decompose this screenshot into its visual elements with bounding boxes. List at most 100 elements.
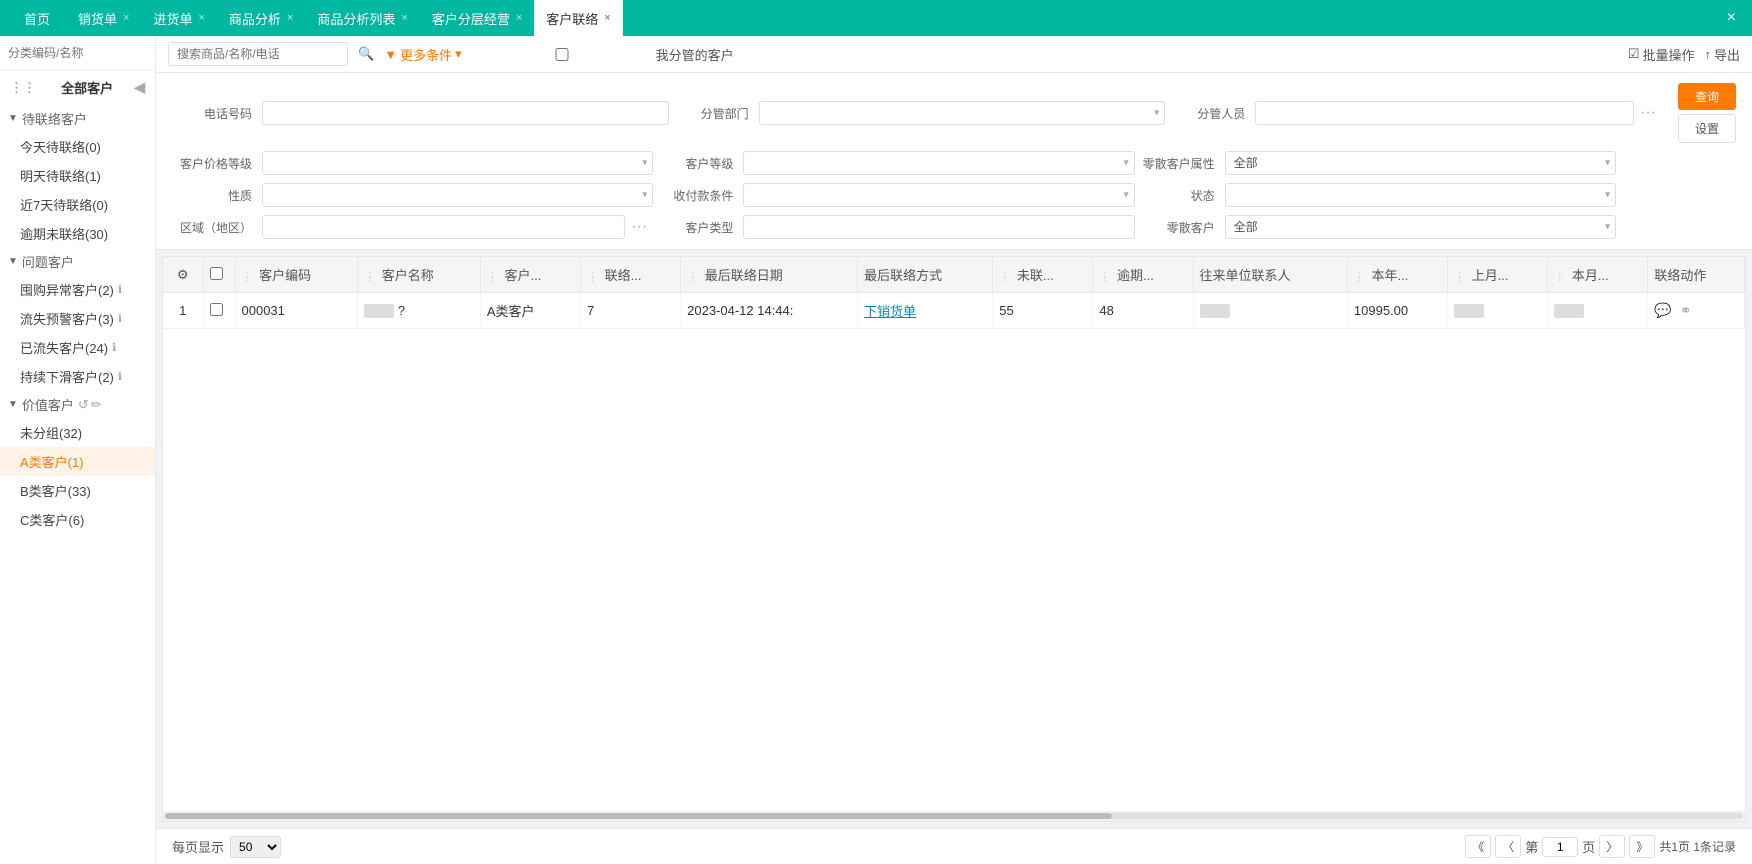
first-page-button[interactable]: 《 [1465,835,1491,858]
close-productanalysis-icon[interactable]: × [287,12,293,24]
filter-region-label: 区域（地区） [172,219,262,236]
sidebar-item-declining[interactable]: 持续下滑客户(2) ℹ [0,362,155,391]
filter-region-input[interactable] [262,215,625,239]
nav-productanalysis[interactable]: 商品分析 × [217,0,305,36]
filter-person: 分管人员 ··· [1165,101,1662,125]
filter-icon: ▼ [384,47,397,62]
filter-custtype-label: 客户类型 [653,219,743,236]
more-filters-button[interactable]: ▼ 更多条件 ▾ [384,45,461,64]
sidebar-item-lost[interactable]: 已流失客户(24) ℹ [0,333,155,362]
batch-op-button[interactable]: ☑ 批量操作 [1628,45,1695,64]
close-productanalysislist-icon[interactable]: × [401,12,407,24]
search-button[interactable]: 🔍 [358,46,374,62]
filter-nature: 性质 ▾ [172,183,653,207]
edit-icon[interactable]: ✏ [91,397,102,413]
my-customer-filter[interactable]: 我分管的客户 [472,45,734,64]
filter-bar: 🔍 ▼ 更多条件 ▾ 我分管的客户 ☑ 批量操作 ↑ 导出 [156,36,1752,73]
sidebar-search-area: 🔍 [0,36,155,70]
horizontal-scrollbar[interactable] [163,811,1745,821]
more-dots-icon[interactable]: ··· [1634,104,1662,122]
settings-icon[interactable]: ⚙ [177,267,189,282]
filter-retail-select[interactable]: 全部 [1225,215,1616,239]
row-checkbox[interactable] [210,303,223,316]
page-size-select[interactable]: 50 10 20 100 [230,836,281,858]
last-page-button[interactable]: 》 [1629,835,1655,858]
filter-person-input[interactable] [1255,101,1634,125]
sidebar-group-problem[interactable]: ▼ 问题客户 [0,248,155,275]
close-purchaseorder-icon[interactable]: × [198,12,204,24]
sidebar-item-classB[interactable]: B类客户(33) [0,476,155,505]
filter-phone-input[interactable] [262,101,669,125]
close-customercontact-icon[interactable]: × [604,12,610,24]
cell-thismonth [1548,293,1648,329]
th-settings[interactable]: ⚙ [163,257,203,293]
filter-custtype-input[interactable] [743,215,1134,239]
sidebar-item-ungroup[interactable]: 未分组(32) [0,418,155,447]
customer-table: ⚙ ⋮ 客户编码 ⋮ 客户名称 [163,257,1745,329]
close-salesorder-icon[interactable]: × [123,12,129,24]
scrollbar-thumb[interactable] [165,813,1112,819]
cell-checkbox[interactable] [203,293,235,329]
export-button[interactable]: ↑ 导出 [1704,45,1740,64]
next-page-button[interactable]: 〉 [1599,835,1625,858]
sidebar-all-customer[interactable]: ⋮⋮ 全部客户 ◀ [0,70,155,105]
th-action: 联络动作 [1648,257,1745,293]
th-checkbox[interactable] [203,257,235,293]
filter-status-select[interactable] [1225,183,1616,207]
sidebar-group-pending[interactable]: ▼ 待联络客户 [0,105,155,132]
filter-buttons: 查询 设置 [1662,83,1736,143]
last-method-link[interactable]: 下销货单 [864,304,916,319]
sidebar-item-tomorrow[interactable]: 明天待联络(1) [0,161,155,190]
filter-payment-select[interactable] [743,183,1134,207]
nav-customer-contact[interactable]: 客户联络 × [534,0,622,36]
sidebar-item-abnormal[interactable]: 囤购异常客户(2) ℹ [0,275,155,304]
filter-retail-wrap: 全部 ▾ [1225,215,1616,239]
sidebar-item-classA[interactable]: A类客户(1) [0,447,155,476]
filter-person-wrap [1255,101,1634,125]
link-icon[interactable]: ⚭ [1680,302,1692,319]
query-button[interactable]: 查询 [1678,83,1736,110]
top-nav: 首页 销货单 × 进货单 × 商品分析 × 商品分析列表 × 客户分层经营 × … [0,0,1752,36]
sidebar-group-value[interactable]: ▼ 价值客户 ↺ ✏ [0,391,155,418]
th-overdue: ⋮ 逾期... [1093,257,1193,293]
filter-pricegrade-select[interactable] [262,151,653,175]
my-customer-checkbox[interactable] [472,48,652,61]
nav-purchaseorder[interactable]: 进货单 × [141,0,216,36]
th-lastmethod: 最后联络方式 [858,257,993,293]
nav-home[interactable]: 首页 [8,0,66,36]
setting-button[interactable]: 设置 [1678,114,1736,143]
page-number-input[interactable] [1542,837,1578,857]
info-icon: ℹ [118,283,122,296]
filter-custgrade-select[interactable] [743,151,1134,175]
search-input[interactable] [168,42,348,66]
nav-customer-tier[interactable]: 客户分层经营 × [420,0,534,36]
sidebar-item-lostwarning[interactable]: 流失预警客户(3) ℹ [0,304,155,333]
sidebar-search-input[interactable] [8,46,156,60]
sidebar-item-classC[interactable]: C类客户(6) [0,505,155,534]
customer-name-masked [364,304,394,318]
select-all-checkbox[interactable] [210,267,223,280]
close-customertier-icon[interactable]: × [516,12,522,24]
chat-icon[interactable]: 💬 [1654,302,1671,319]
close-all-tabs-button[interactable]: × [1719,9,1744,27]
more-dots-icon2[interactable]: ··· [625,218,653,236]
sidebar-item-today[interactable]: 今天待联络(0) [0,132,155,161]
nav-productanalysis-list[interactable]: 商品分析列表 × [305,0,419,36]
export-icon: ↑ [1704,47,1711,62]
filter-nature-select[interactable] [262,183,653,207]
sidebar-item-7days[interactable]: 近7天待联络(0) [0,190,155,219]
filter-retail-attr-select[interactable]: 全部 [1225,151,1616,175]
pagination: 《 〈 第 页 〉 》 共1页 1条记录 [1465,835,1736,858]
nav-salesorder[interactable]: 销货单 × [66,0,141,36]
sidebar-collapse-icon[interactable]: ◀ [134,79,145,96]
cell-lastmethod[interactable]: 下销货单 [858,293,993,329]
sidebar-item-overdue[interactable]: 逾期未联络(30) [0,219,155,248]
sidebar-dots-icon: ⋮⋮ [10,80,36,96]
filter-pricegrade-label: 客户价格等级 [172,155,262,172]
prev-page-button[interactable]: 〈 [1495,835,1521,858]
th-contactperson: 往来单位联系人 [1193,257,1347,293]
filter-status-wrap: ▾ [1225,183,1616,207]
filter-row-3: 性质 ▾ 收付款条件 ▾ [172,183,1736,207]
refresh-icon[interactable]: ↺ [78,397,89,413]
filter-dept-select[interactable] [759,101,1166,125]
